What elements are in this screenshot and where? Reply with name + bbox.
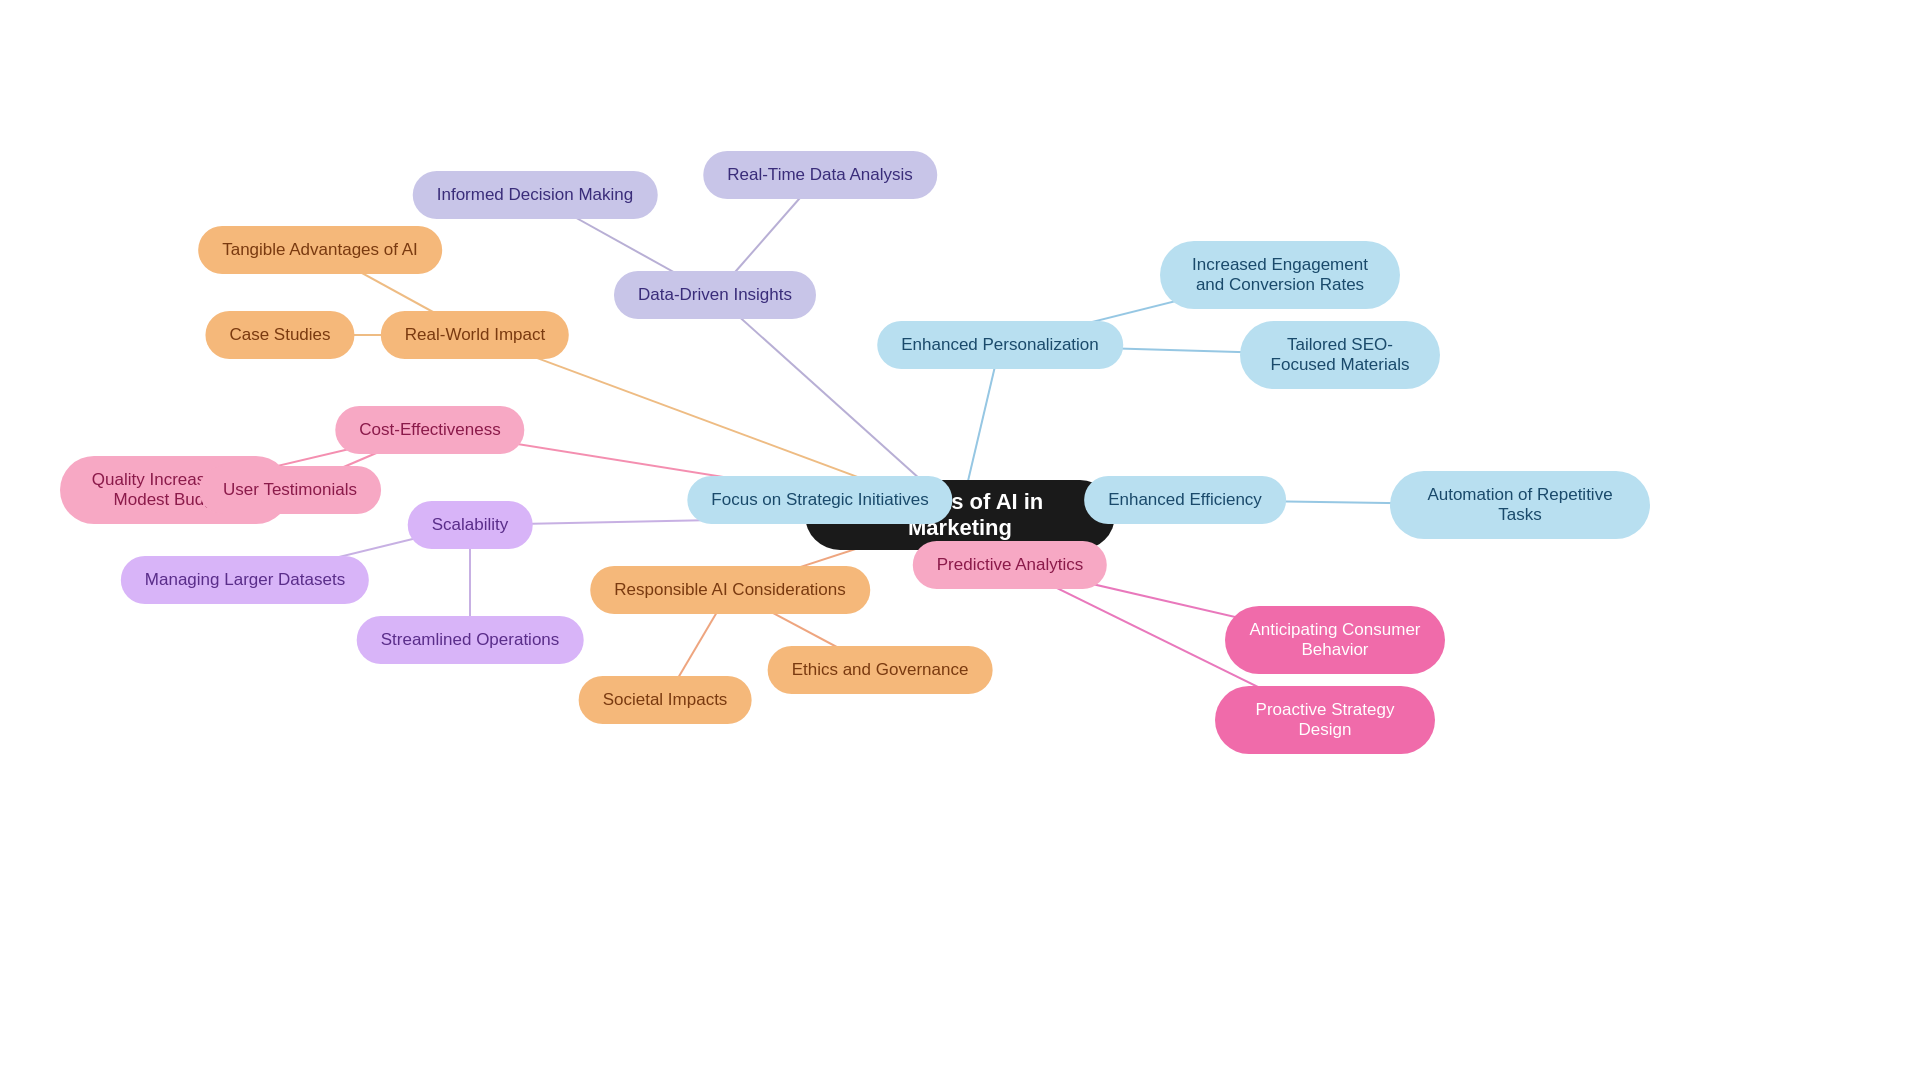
- node-increased_engagement[interactable]: Increased Engagement and Conversion Rate…: [1160, 241, 1400, 309]
- node-automation_repetitive[interactable]: Automation of Repetitive Tasks: [1390, 471, 1650, 539]
- node-real_world_impact[interactable]: Real-World Impact: [381, 311, 569, 359]
- node-scalability[interactable]: Scalability: [408, 501, 533, 549]
- node-focus_strategic[interactable]: Focus on Strategic Initiatives: [687, 476, 952, 524]
- node-predictive_analytics[interactable]: Predictive Analytics: [913, 541, 1107, 589]
- node-user_testimonials[interactable]: User Testimonials: [199, 466, 381, 514]
- node-managing_larger_datasets[interactable]: Managing Larger Datasets: [121, 556, 369, 604]
- node-case_studies[interactable]: Case Studies: [205, 311, 354, 359]
- node-data_driven_insights[interactable]: Data-Driven Insights: [614, 271, 816, 319]
- node-ethics_governance[interactable]: Ethics and Governance: [768, 646, 993, 694]
- node-real_time_data_analysis[interactable]: Real-Time Data Analysis: [703, 151, 937, 199]
- node-enhanced_efficiency[interactable]: Enhanced Efficiency: [1084, 476, 1286, 524]
- node-informed_decision_making[interactable]: Informed Decision Making: [413, 171, 658, 219]
- node-tangible_advantages[interactable]: Tangible Advantages of AI: [198, 226, 442, 274]
- node-enhanced_personalization[interactable]: Enhanced Personalization: [877, 321, 1123, 369]
- node-anticipating_consumer[interactable]: Anticipating Consumer Behavior: [1225, 606, 1445, 674]
- node-tailored_seo[interactable]: Tailored SEO-Focused Materials: [1240, 321, 1440, 389]
- node-cost_effectiveness[interactable]: Cost-Effectiveness: [335, 406, 524, 454]
- node-proactive_strategy[interactable]: Proactive Strategy Design: [1215, 686, 1435, 754]
- node-streamlined_operations[interactable]: Streamlined Operations: [357, 616, 584, 664]
- mind-map: Benefits of AI in MarketingData-Driven I…: [0, 0, 1920, 1083]
- node-responsible_ai[interactable]: Responsible AI Considerations: [590, 566, 870, 614]
- node-societal_impacts[interactable]: Societal Impacts: [579, 676, 752, 724]
